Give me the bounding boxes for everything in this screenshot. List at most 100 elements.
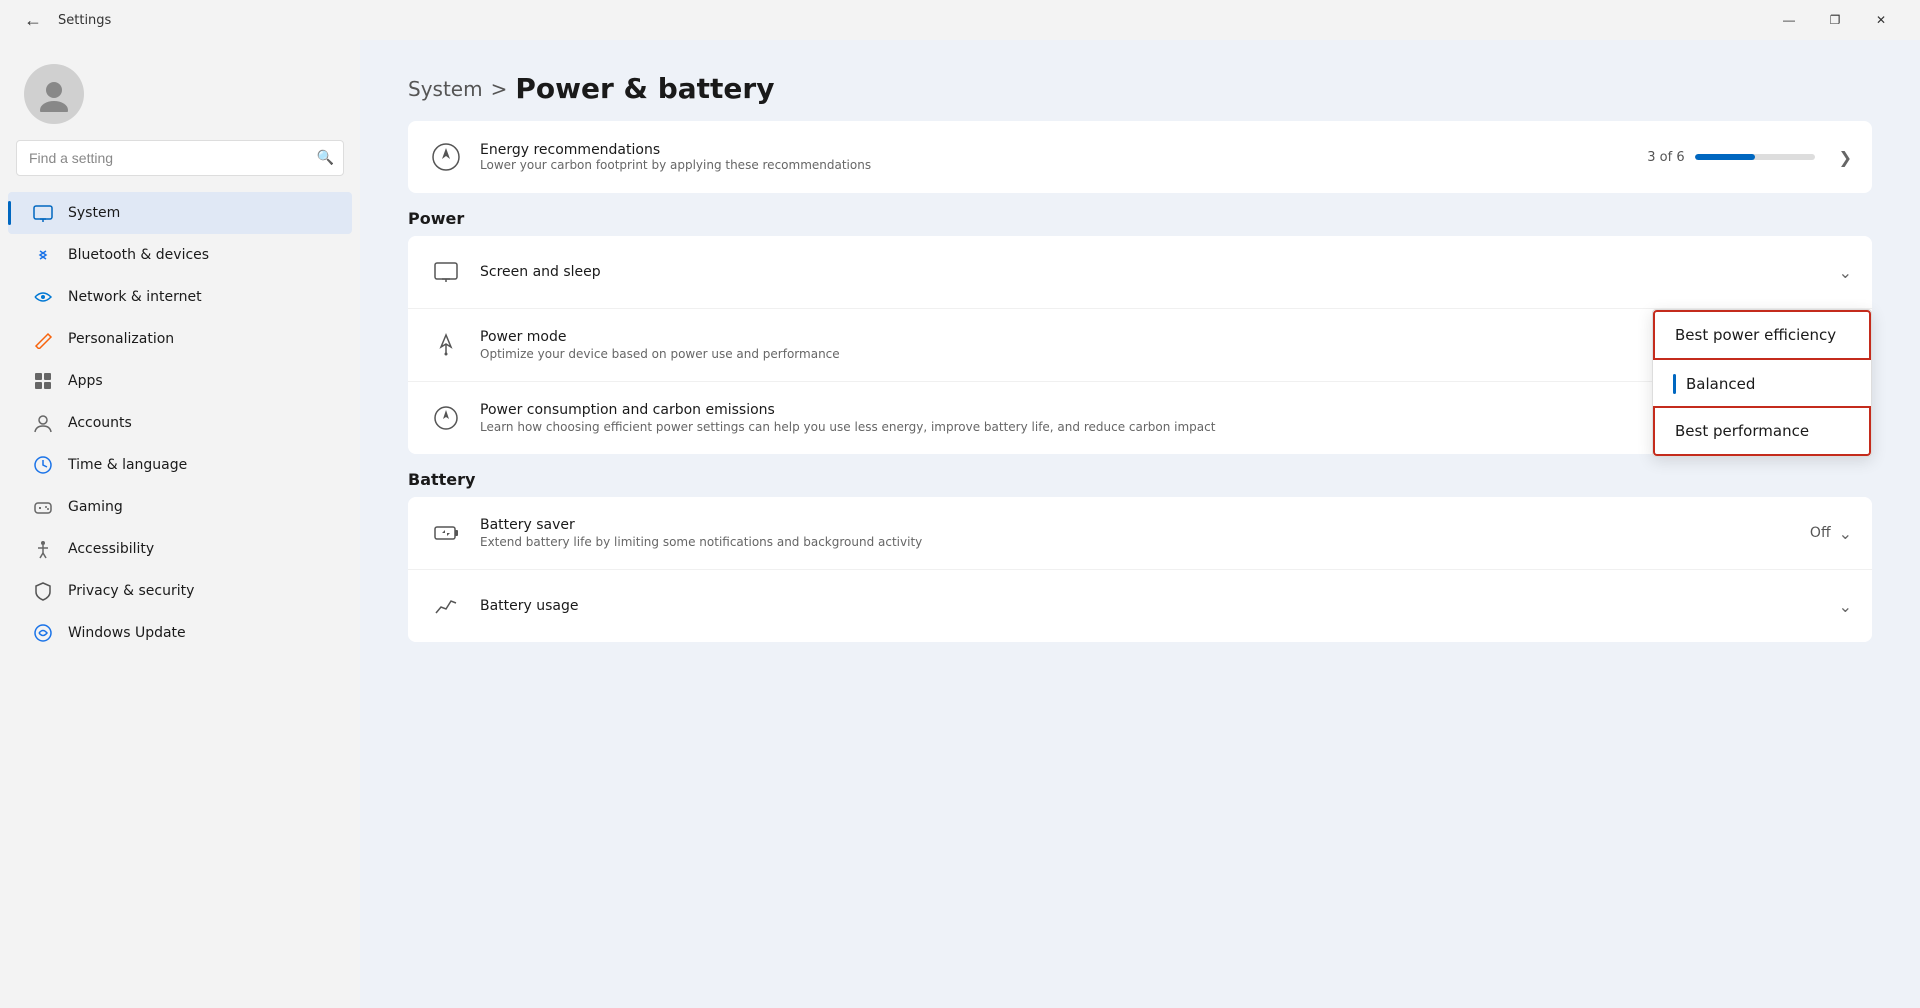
sidebar-item-bluetooth[interactable]: Bluetooth & devices (8, 234, 352, 276)
best-performance-label: Best performance (1675, 422, 1809, 440)
back-button[interactable]: ← (16, 6, 50, 35)
battery-saver-title: Battery saver (480, 517, 1794, 533)
privacy-nav-icon (32, 580, 54, 602)
battery-card: Battery saver Extend battery life by lim… (408, 497, 1872, 642)
screen-sleep-text: Screen and sleep (480, 264, 1823, 280)
battery-saver-icon (428, 515, 464, 551)
balanced-selected-indicator (1673, 374, 1676, 394)
battery-usage-title: Battery usage (480, 598, 1823, 614)
power-mode-title: Power mode (480, 329, 1852, 345)
battery-usage-chevron: ⌄ (1839, 597, 1852, 616)
sidebar-nav: System Bluetooth & devices Network & inter… (0, 192, 360, 654)
battery-usage-icon (428, 588, 464, 624)
personalization-nav-icon (32, 328, 54, 350)
search-input[interactable] (16, 140, 344, 176)
content-body: Energy recommendations Lower your carbon… (360, 121, 1920, 694)
window-controls: — ❐ ✕ (1766, 4, 1904, 36)
apps-nav-icon (32, 370, 54, 392)
time-nav-label: Time & language (68, 457, 187, 473)
progress-bar-fill (1695, 154, 1755, 160)
app-title: Settings (58, 13, 111, 28)
power-card: Screen and sleep ⌄ (408, 236, 1872, 454)
battery-usage-text: Battery usage (480, 598, 1823, 614)
battery-usage-row[interactable]: Battery usage ⌄ (408, 570, 1872, 642)
sidebar-item-apps[interactable]: Apps (8, 360, 352, 402)
breadcrumb-parent[interactable]: System (408, 77, 483, 101)
sidebar-item-windows-update[interactable]: Windows Update (8, 612, 352, 654)
battery-usage-right: ⌄ (1839, 597, 1852, 616)
sidebar: 🔍 System Bluetooth & devices Network & int… (0, 40, 360, 1008)
dropdown-item-balanced[interactable]: Balanced (1653, 360, 1871, 408)
power-consumption-text: Power consumption and carbon emissions L… (480, 402, 1824, 434)
accessibility-nav-label: Accessibility (68, 541, 154, 557)
maximize-button[interactable]: ❐ (1812, 4, 1858, 36)
breadcrumb: System > Power & battery (408, 72, 1872, 105)
minimize-button[interactable]: — (1766, 4, 1812, 36)
accounts-nav-label: Accounts (68, 415, 132, 431)
power-mode-row[interactable]: Power mode Optimize your device based on… (408, 309, 1872, 382)
energy-text: Energy recommendations Lower your carbon… (480, 142, 1631, 172)
accounts-nav-icon (32, 412, 54, 434)
network-nav-icon (32, 286, 54, 308)
sidebar-item-system[interactable]: System (8, 192, 352, 234)
battery-saver-text: Battery saver Extend battery life by lim… (480, 517, 1794, 549)
battery-saver-status: Off (1810, 525, 1831, 541)
windows-update-nav-label: Windows Update (68, 625, 186, 641)
search-icon: 🔍 (317, 150, 334, 166)
network-nav-label: Network & internet (68, 289, 202, 305)
battery-saver-row[interactable]: Battery saver Extend battery life by lim… (408, 497, 1872, 570)
best-power-efficiency-label: Best power efficiency (1675, 326, 1836, 344)
page-header: System > Power & battery (360, 40, 1920, 121)
sidebar-item-accessibility[interactable]: Accessibility (8, 528, 352, 570)
screen-sleep-chevron: ⌄ (1839, 263, 1852, 282)
sidebar-item-privacy[interactable]: Privacy & security (8, 570, 352, 612)
user-profile[interactable] (0, 40, 360, 140)
apps-nav-label: Apps (68, 373, 103, 389)
titlebar: ← Settings — ❐ ✕ (0, 0, 1920, 40)
bluetooth-nav-label: Bluetooth & devices (68, 247, 209, 263)
energy-progress: 3 of 6 (1647, 150, 1814, 165)
power-consumption-title: Power consumption and carbon emissions (480, 402, 1824, 418)
power-section-label: Power (408, 209, 1872, 228)
main-content: System > Power & battery Energy recommen… (360, 40, 1920, 1008)
system-nav-label: System (68, 205, 120, 221)
battery-section-label: Battery (408, 470, 1872, 489)
sidebar-item-personalization[interactable]: Personalization (8, 318, 352, 360)
power-mode-icon (428, 327, 464, 363)
avatar (24, 64, 84, 124)
gaming-nav-label: Gaming (68, 499, 123, 515)
screen-sleep-icon (428, 254, 464, 290)
breadcrumb-separator: > (491, 77, 508, 101)
power-consumption-desc: Learn how choosing efficient power setti… (480, 420, 1824, 434)
energy-recommendations-card[interactable]: Energy recommendations Lower your carbon… (408, 121, 1872, 193)
time-nav-icon (32, 454, 54, 476)
dropdown-item-best-power-efficiency[interactable]: Best power efficiency (1653, 310, 1871, 360)
screen-sleep-title: Screen and sleep (480, 264, 1823, 280)
progress-label: 3 of 6 (1647, 150, 1684, 165)
balanced-label: Balanced (1686, 375, 1755, 393)
battery-saver-chevron: ⌄ (1839, 524, 1852, 543)
sidebar-item-time[interactable]: Time & language (8, 444, 352, 486)
close-button[interactable]: ✕ (1858, 4, 1904, 36)
power-mode-dropdown: Best power efficiency Balanced Best perf… (1652, 309, 1872, 457)
breadcrumb-current: Power & battery (515, 72, 774, 105)
screen-sleep-row[interactable]: Screen and sleep ⌄ (408, 236, 1872, 309)
battery-saver-desc: Extend battery life by limiting some not… (480, 535, 1794, 549)
power-mode-desc: Optimize your device based on power use … (480, 347, 1852, 361)
dropdown-item-best-performance[interactable]: Best performance (1653, 406, 1871, 456)
windows-update-nav-icon (32, 622, 54, 644)
bluetooth-nav-icon (32, 244, 54, 266)
system-nav-icon (32, 202, 54, 224)
sidebar-item-network[interactable]: Network & internet (8, 276, 352, 318)
sidebar-item-gaming[interactable]: Gaming (8, 486, 352, 528)
battery-saver-right: Off ⌄ (1810, 524, 1852, 543)
accessibility-nav-icon (32, 538, 54, 560)
power-consumption-icon (428, 400, 464, 436)
energy-icon (428, 139, 464, 175)
energy-title: Energy recommendations (480, 142, 1631, 158)
search-box[interactable]: 🔍 (16, 140, 344, 176)
app-container: 🔍 System Bluetooth & devices Network & int… (0, 40, 1920, 1008)
energy-chevron-icon: ❯ (1839, 148, 1852, 167)
sidebar-item-accounts[interactable]: Accounts (8, 402, 352, 444)
privacy-nav-label: Privacy & security (68, 583, 194, 599)
